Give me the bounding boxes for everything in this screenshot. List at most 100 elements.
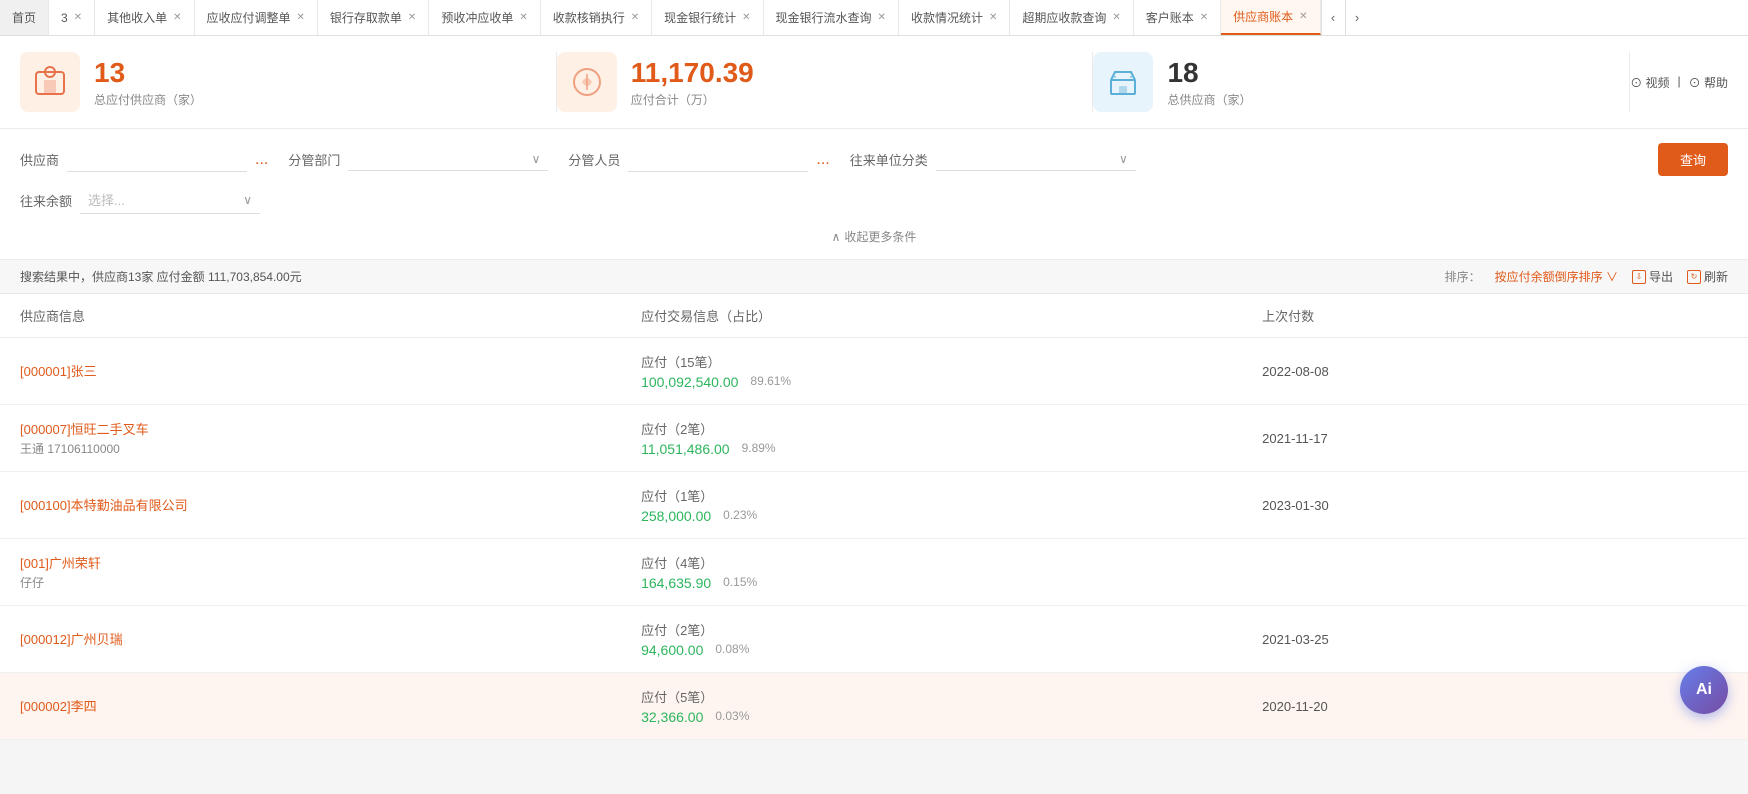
- collapse-label: 收起更多条件: [844, 228, 916, 245]
- ai-assistant-button[interactable]: Ai: [1680, 666, 1728, 714]
- nav-tab-ar-ap-adjust-close[interactable]: ✕: [297, 12, 305, 23]
- payable-suppliers-label: 总应付供应商（家）: [94, 91, 202, 108]
- nav-next-arrow[interactable]: ›: [1345, 0, 1369, 35]
- supplier-link-4[interactable]: [000012]广州贝瑞: [20, 629, 641, 648]
- nav-tab-customer-ledger-label: 客户账本: [1146, 9, 1194, 26]
- nav-tab-payment-exec[interactable]: 收款核销执行 ✕: [541, 0, 652, 35]
- query-button[interactable]: 查询: [1658, 143, 1728, 176]
- nav-tab-bank-deposit-close[interactable]: ✕: [408, 12, 416, 23]
- sort-arrow-icon: ∨: [1606, 270, 1618, 284]
- supplier-table: 供应商信息 应付交易信息（占比） 上次付数 [000001]张三 应付（15笔）…: [0, 294, 1748, 740]
- payable-label-1: 应付（2笔）: [641, 419, 1262, 438]
- dept-filter-select[interactable]: ∨: [348, 148, 548, 171]
- nav-tab-cash-flow-label: 现金银行流水查询: [776, 9, 872, 26]
- filter-person: 分管人员 ...: [568, 148, 829, 172]
- supplier-info-4: [000012]广州贝瑞: [20, 629, 641, 650]
- table-row: [000007]恒旺二手叉车 王通 17106110000 应付（2笔） 11,…: [0, 405, 1748, 472]
- payable-label-3: 应付（4笔）: [641, 553, 1262, 572]
- balance-filter-select[interactable]: 选择... ∨: [80, 186, 260, 214]
- supplier-sub-1: 王通 17106110000: [20, 440, 641, 457]
- nav-tab-overdue-label: 超期应收款查询: [1022, 9, 1106, 26]
- nav-tab-bank-deposit-label: 银行存取款单: [330, 9, 402, 26]
- percentage-5: 0.03%: [715, 709, 749, 723]
- help-link[interactable]: ⊙ 帮助: [1689, 74, 1728, 91]
- supplier-filter-dots[interactable]: ...: [255, 151, 268, 169]
- sort-value-text: 按应付余额倒序排序: [1495, 270, 1603, 284]
- video-link[interactable]: ⊙ 视频: [1630, 74, 1669, 91]
- total-payable-amount: 11,170.39: [631, 56, 754, 90]
- nav-tab-payment-stats[interactable]: 收款情况统计 ✕: [899, 0, 1010, 35]
- table-body: [000001]张三 应付（15笔） 100,092,540.00 89.61%…: [0, 338, 1748, 740]
- payable-label-5: 应付（5笔）: [641, 687, 1262, 706]
- balance-filter-label: 往来余额: [20, 191, 72, 210]
- nav-tab-payment-exec-close[interactable]: ✕: [631, 12, 639, 23]
- nav-tab-customer-ledger-close[interactable]: ✕: [1200, 12, 1208, 23]
- nav-tab-prepay[interactable]: 预收冲应收单 ✕: [429, 0, 540, 35]
- nav-tab-overdue-close[interactable]: ✕: [1112, 12, 1120, 23]
- nav-tab-cash-flow-close[interactable]: ✕: [878, 12, 886, 23]
- collapse-icon: ∧: [832, 230, 841, 244]
- nav-tab-other-income-close[interactable]: ✕: [173, 12, 181, 23]
- supplier-info-2: [000100]本特勤油品有限公司: [20, 495, 641, 516]
- sort-value[interactable]: 按应付余额倒序排序 ∨: [1495, 268, 1618, 285]
- supplier-link-1[interactable]: [000007]恒旺二手叉车: [20, 419, 641, 438]
- table-row: [000001]张三 应付（15笔） 100,092,540.00 89.61%…: [0, 338, 1748, 405]
- supplier-link-5[interactable]: [000002]李四: [20, 696, 641, 715]
- nav-tab-supplier-ledger-label: 供应商账本: [1233, 8, 1293, 25]
- amount-3[interactable]: 164,635.90: [641, 575, 711, 591]
- nav-tab-prepay-close[interactable]: ✕: [519, 12, 527, 23]
- nav-tab-ar-ap-adjust[interactable]: 应收应付调整单 ✕: [195, 0, 318, 35]
- export-button[interactable]: ⇩ 导出: [1632, 268, 1673, 285]
- nav-prev-arrow[interactable]: ‹: [1321, 0, 1345, 35]
- nav-tab-cash-stats-close[interactable]: ✕: [742, 12, 750, 23]
- amount-2[interactable]: 258,000.00: [641, 508, 711, 524]
- filter-supplier: 供应商 ...: [20, 148, 268, 172]
- refresh-icon: ↻: [1687, 270, 1701, 284]
- nav-tab-supplier-ledger[interactable]: 供应商账本 ✕: [1221, 0, 1320, 35]
- person-filter-dots[interactable]: ...: [816, 151, 829, 169]
- transaction-info-3: 应付（4笔） 164,635.90 0.15%: [641, 553, 1262, 591]
- summary-card-total-suppliers: 18 总供应商（家）: [1093, 52, 1630, 112]
- person-filter-label: 分管人员: [568, 150, 620, 169]
- nav-tab-3[interactable]: 3 ✕: [49, 0, 95, 35]
- supplier-filter-input[interactable]: [67, 148, 247, 172]
- supplier-link-3[interactable]: [001]广州荣轩: [20, 553, 641, 572]
- nav-tab-customer-ledger[interactable]: 客户账本 ✕: [1134, 0, 1221, 35]
- person-filter-input[interactable]: [628, 148, 808, 172]
- col-header-supplier: 供应商信息: [20, 306, 641, 325]
- export-icon: ⇩: [1632, 270, 1646, 284]
- refresh-button[interactable]: ↻ 刷新: [1687, 268, 1728, 285]
- nav-tab-prepay-label: 预收冲应收单: [441, 9, 513, 26]
- category-filter-select[interactable]: ∨: [936, 148, 1136, 171]
- last-pay-1: 2021-11-17: [1262, 431, 1728, 446]
- amount-4[interactable]: 94,600.00: [641, 642, 703, 658]
- top-right-links: ⊙ 视频 | ⊙ 帮助: [1630, 74, 1728, 91]
- card-info-payable-suppliers: 13 总应付供应商（家）: [94, 56, 202, 109]
- nav-tab-supplier-ledger-close[interactable]: ✕: [1299, 11, 1307, 22]
- last-pay-4: 2021-03-25: [1262, 632, 1728, 647]
- top-navigation: 首页 3 ✕ 其他收入单 ✕ 应收应付调整单 ✕ 银行存取款单 ✕ 预收冲应收单…: [0, 0, 1748, 36]
- percentage-2: 0.23%: [723, 508, 757, 522]
- nav-tab-home[interactable]: 首页: [0, 0, 49, 35]
- supplier-link-2[interactable]: [000100]本特勤油品有限公司: [20, 495, 641, 514]
- filter-row-2: 往来余额 选择... ∨: [20, 186, 1728, 214]
- percentage-1: 9.89%: [742, 441, 776, 455]
- payable-label-2: 应付（1笔）: [641, 486, 1262, 505]
- balance-chevron-down-icon: ∨: [243, 193, 252, 207]
- amount-1[interactable]: 11,051,486.00: [641, 441, 730, 457]
- nav-tab-3-close[interactable]: ✕: [74, 12, 82, 23]
- nav-tab-other-income[interactable]: 其他收入单 ✕: [95, 0, 194, 35]
- collapse-button[interactable]: ∧ 收起更多条件: [20, 224, 1728, 249]
- supplier-link-0[interactable]: [000001]张三: [20, 361, 641, 380]
- nav-tab-overdue[interactable]: 超期应收款查询 ✕: [1010, 0, 1133, 35]
- nav-tab-bank-deposit[interactable]: 银行存取款单 ✕: [318, 0, 429, 35]
- nav-tab-payment-stats-close[interactable]: ✕: [989, 12, 997, 23]
- amount-0[interactable]: 100,092,540.00: [641, 374, 738, 390]
- amount-5[interactable]: 32,366.00: [641, 709, 703, 725]
- summary-bar: 13 总应付供应商（家） 11,170.39 应付合计（万）: [0, 36, 1748, 129]
- nav-tab-cash-stats[interactable]: 现金银行统计 ✕: [652, 0, 763, 35]
- payable-label-0: 应付（15笔）: [641, 352, 1262, 371]
- nav-tab-cash-flow[interactable]: 现金银行流水查询 ✕: [764, 0, 899, 35]
- table-row: [000012]广州贝瑞 应付（2笔） 94,600.00 0.08% 2021…: [0, 606, 1748, 673]
- percentage-3: 0.15%: [723, 575, 757, 589]
